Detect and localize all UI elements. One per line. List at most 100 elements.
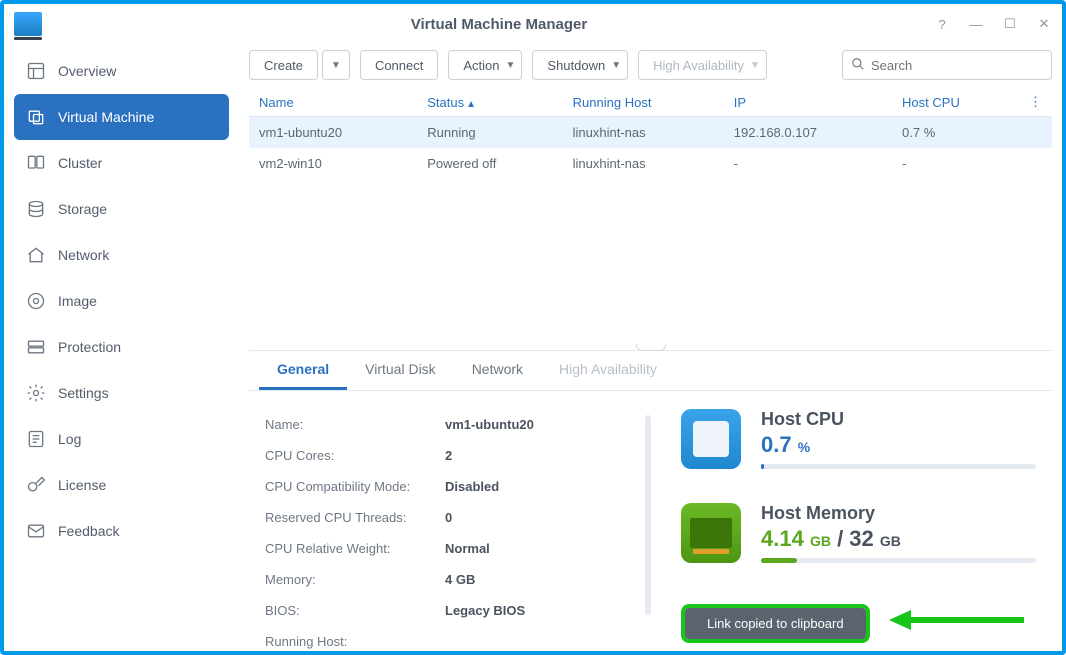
kv-key: Running Host:	[265, 634, 445, 649]
col-status[interactable]: Status▲	[417, 88, 562, 117]
tab-network[interactable]: Network	[454, 351, 541, 390]
sidebar-item-log[interactable]: Log	[14, 416, 229, 462]
stat-value: 0.7 %	[761, 432, 1036, 458]
cpu-chip-icon	[681, 409, 741, 469]
sidebar-item-license[interactable]: License	[14, 462, 229, 508]
toast-message: Link copied to clipboard	[685, 608, 866, 639]
search-icon	[851, 57, 865, 74]
sidebar-label: Feedback	[58, 523, 119, 539]
stat-title: Host CPU	[761, 409, 1036, 430]
sidebar-item-virtual-machine[interactable]: Virtual Machine	[14, 94, 229, 140]
sidebar-item-feedback[interactable]: Feedback	[14, 508, 229, 554]
col-cpu[interactable]: Host CPU	[892, 88, 1019, 117]
app-logo-icon	[14, 12, 42, 36]
stat-cpu: Host CPU 0.7 %	[681, 409, 1036, 469]
sidebar-label: Protection	[58, 339, 121, 355]
create-button[interactable]: Create	[249, 50, 318, 80]
col-ip[interactable]: IP	[724, 88, 892, 117]
annotation-arrow-icon	[889, 605, 1029, 635]
sidebar-item-cluster[interactable]: Cluster	[14, 140, 229, 186]
action-button[interactable]: Action▼	[448, 50, 522, 80]
sidebar-item-protection[interactable]: Protection	[14, 324, 229, 370]
detail-kv: Name:vm1-ubuntu20 CPU Cores:2 CPU Compat…	[265, 409, 635, 651]
maximize-icon[interactable]: ☐	[1002, 16, 1018, 32]
col-host[interactable]: Running Host	[563, 88, 724, 117]
toolbar: Create ▼ Connect Action▼ Shutdown▼ High …	[249, 50, 1052, 80]
app-window: Virtual Machine Manager ? ― ☐ ✕ Overview…	[0, 0, 1066, 655]
feedback-icon	[26, 521, 46, 541]
detail-tabs: General Virtual Disk Network High Availa…	[249, 351, 1052, 391]
create-dropdown[interactable]: ▼	[322, 50, 350, 80]
cell-name: vm1-ubuntu20	[249, 117, 417, 149]
chevron-down-icon: ▼	[750, 60, 760, 71]
protection-icon	[26, 337, 46, 357]
kv-value: 4 GB	[445, 572, 475, 587]
kv-value: 2	[445, 448, 452, 463]
kv-key: Name:	[265, 417, 445, 432]
cluster-icon	[26, 153, 46, 173]
resize-handle[interactable]	[636, 344, 666, 352]
tab-virtual-disk[interactable]: Virtual Disk	[347, 351, 454, 390]
tab-general[interactable]: General	[259, 351, 347, 390]
cell-ip: -	[724, 148, 892, 179]
minimize-icon[interactable]: ―	[968, 17, 984, 32]
vm-table: Name Status▲ Running Host IP Host CPU ⋮ …	[249, 88, 1052, 179]
stat-memory: Host Memory 4.14 GB / 32 GB	[681, 503, 1036, 563]
search-input[interactable]	[871, 58, 1047, 73]
kv-key: BIOS:	[265, 603, 445, 618]
sidebar-label: Image	[58, 293, 97, 309]
sidebar-item-network[interactable]: Network	[14, 232, 229, 278]
col-more[interactable]: ⋮	[1019, 88, 1052, 117]
stat-title: Host Memory	[761, 503, 1036, 524]
close-icon[interactable]: ✕	[1036, 16, 1052, 32]
col-name[interactable]: Name	[249, 88, 417, 117]
log-icon	[26, 429, 46, 449]
cell-name: vm2-win10	[249, 148, 417, 179]
search-box[interactable]	[842, 50, 1052, 80]
cell-ip: 192.168.0.107	[724, 117, 892, 149]
connect-button[interactable]: Connect	[360, 50, 438, 80]
sidebar-label: Virtual Machine	[58, 109, 154, 125]
memory-chip-icon	[681, 503, 741, 563]
cell-cpu: -	[892, 148, 1019, 179]
sidebar-label: Settings	[58, 385, 109, 401]
cell-host: linuxhint-nas	[563, 148, 724, 179]
sidebar-label: Network	[58, 247, 109, 263]
sidebar-item-overview[interactable]: Overview	[14, 48, 229, 94]
shutdown-button[interactable]: Shutdown▼	[532, 50, 628, 80]
titlebar: Virtual Machine Manager ? ― ☐ ✕	[4, 4, 1062, 44]
license-icon	[26, 475, 46, 495]
sidebar: Overview Virtual Machine Cluster Storage…	[4, 44, 239, 651]
image-icon	[26, 291, 46, 311]
sidebar-item-image[interactable]: Image	[14, 278, 229, 324]
main-panel: Create ▼ Connect Action▼ Shutdown▼ High …	[239, 44, 1062, 651]
cell-status: Running	[417, 117, 562, 149]
progress-bar	[761, 558, 1036, 563]
network-icon	[26, 245, 46, 265]
sidebar-label: Log	[58, 431, 81, 447]
cell-host: linuxhint-nas	[563, 117, 724, 149]
kv-value: vm1-ubuntu20	[445, 417, 534, 432]
kv-value: Disabled	[445, 479, 499, 494]
scrollbar[interactable]	[645, 415, 651, 615]
sidebar-label: License	[58, 477, 106, 493]
sidebar-label: Overview	[58, 63, 116, 79]
cell-cpu: 0.7 %	[892, 117, 1019, 149]
kv-key: CPU Cores:	[265, 448, 445, 463]
kv-key: CPU Compatibility Mode:	[265, 479, 445, 494]
kv-value: 0	[445, 510, 452, 525]
sidebar-item-settings[interactable]: Settings	[14, 370, 229, 416]
kv-key: Reserved CPU Threads:	[265, 510, 445, 525]
settings-icon	[26, 383, 46, 403]
help-icon[interactable]: ?	[934, 17, 950, 32]
high-availability-button[interactable]: High Availability▼	[638, 50, 767, 80]
kv-value: Normal	[445, 541, 490, 556]
sidebar-label: Cluster	[58, 155, 102, 171]
sidebar-item-storage[interactable]: Storage	[14, 186, 229, 232]
table-row[interactable]: vm1-ubuntu20 Running linuxhint-nas 192.1…	[249, 117, 1052, 149]
table-row[interactable]: vm2-win10 Powered off linuxhint-nas - -	[249, 148, 1052, 179]
overview-icon	[26, 61, 46, 81]
window-title: Virtual Machine Manager	[64, 16, 934, 33]
storage-icon	[26, 199, 46, 219]
chevron-down-icon: ▼	[506, 60, 516, 71]
